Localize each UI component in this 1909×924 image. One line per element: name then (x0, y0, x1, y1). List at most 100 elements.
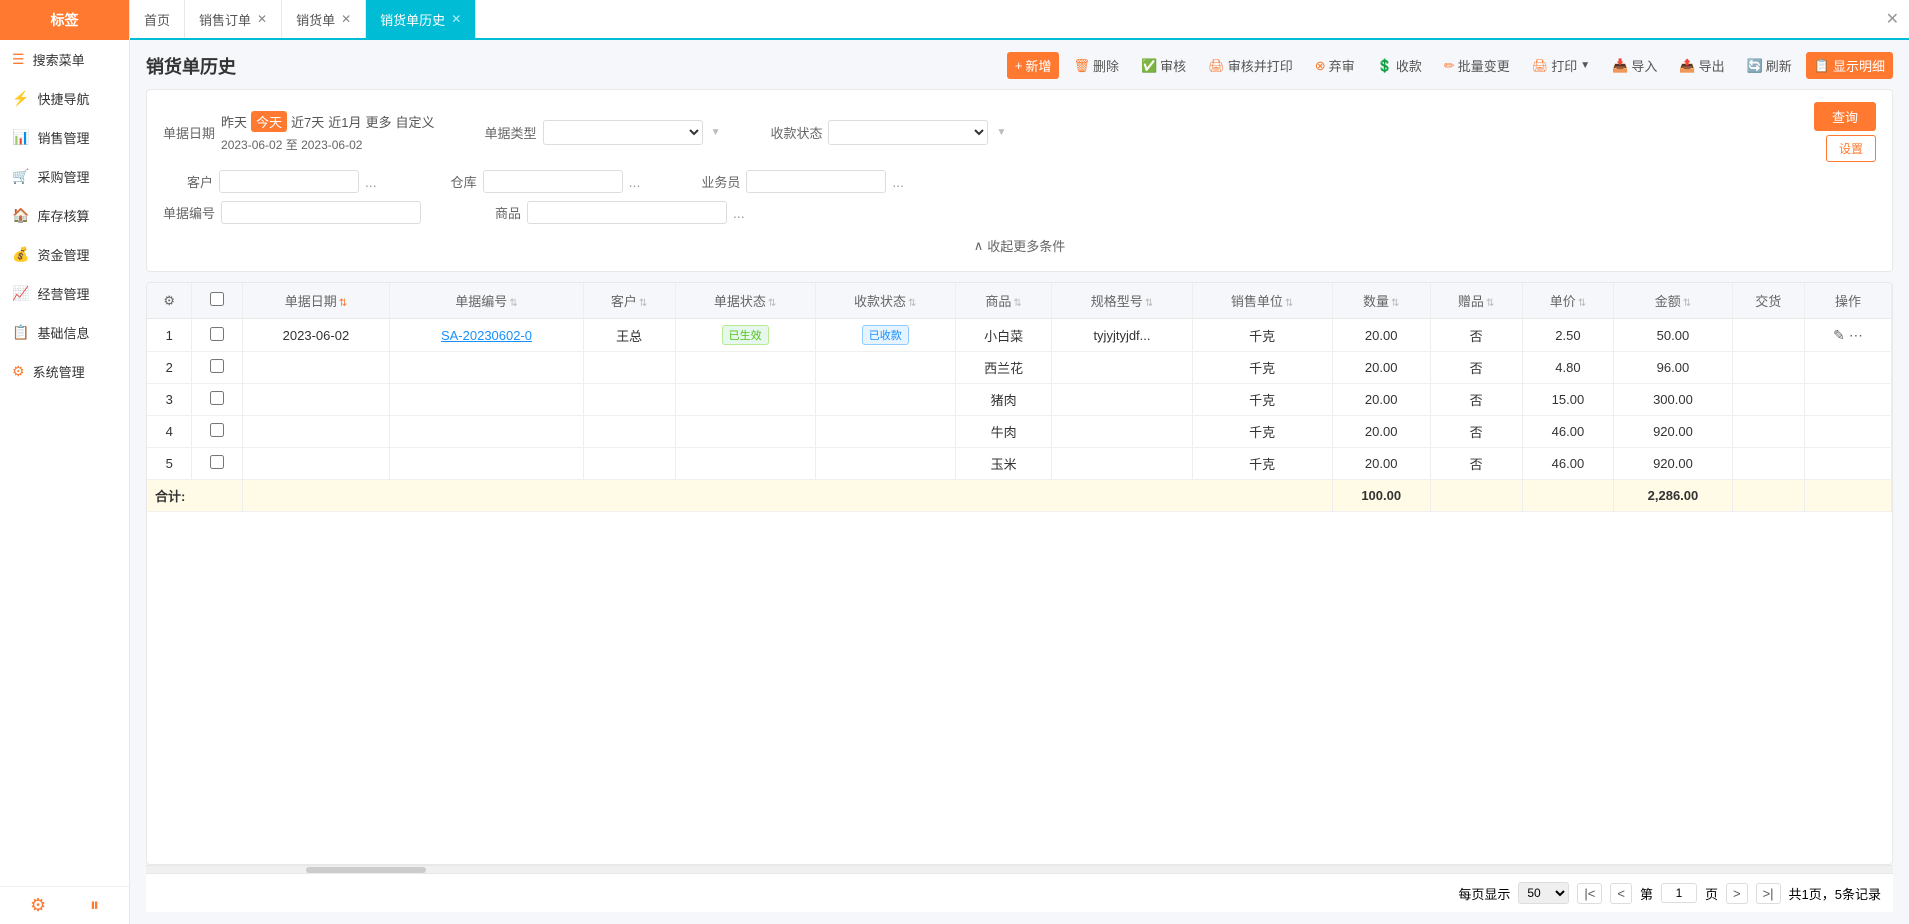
row-action-1[interactable] (1805, 352, 1892, 384)
print-button[interactable]: 🖨 打印 ▼ (1524, 52, 1598, 79)
sidebar-item-quick-nav[interactable]: ⚡ 快捷导航 (0, 79, 129, 118)
audit-print-button[interactable]: 🖨 审核并打印 (1200, 52, 1301, 79)
tab-bar-close-all[interactable]: ✕ (1886, 9, 1909, 29)
row-doc-no-4[interactable] (390, 448, 583, 480)
edit-icon[interactable]: ✎ (1833, 327, 1845, 343)
col-spec-type[interactable]: 规格型号⇅ (1052, 283, 1192, 319)
row-select-1[interactable] (210, 359, 224, 373)
row-action-2[interactable] (1805, 384, 1892, 416)
sidebar-item-sys-mgmt[interactable]: ⚙ 系统管理 (0, 352, 129, 391)
set-button[interactable]: 设置 (1826, 135, 1876, 162)
row-select-0[interactable] (210, 327, 224, 341)
row-select-2[interactable] (210, 391, 224, 405)
horizontal-scrollbar[interactable] (146, 865, 1893, 873)
sidebar-item-base-info[interactable]: 📋 基础信息 (0, 313, 129, 352)
per-page-select[interactable]: 50 100 200 (1518, 882, 1569, 904)
row-action-4[interactable] (1805, 448, 1892, 480)
sidebar-item-search-menu[interactable]: ☰ 搜索菜单 (0, 40, 129, 79)
staff-input[interactable] (746, 170, 886, 193)
select-all-checkbox[interactable] (210, 292, 224, 306)
shortcut-7days[interactable]: 近7天 (291, 112, 324, 131)
col-sales-unit[interactable]: 销售单位⇅ (1192, 283, 1332, 319)
shortcut-today[interactable]: 今天 (251, 111, 287, 132)
shortcut-custom[interactable]: 自定义 (396, 112, 435, 131)
collect-button[interactable]: 💲 收款 (1369, 52, 1430, 79)
export-button[interactable]: 📤 导出 (1671, 52, 1732, 79)
goods-input[interactable] (527, 201, 727, 224)
col-qty[interactable]: 数量⇅ (1332, 283, 1430, 319)
col-payment-status[interactable]: 收款状态⇅ (815, 283, 955, 319)
refresh-button[interactable]: 🔄 刷新 (1739, 52, 1800, 79)
doc-no-input[interactable] (221, 201, 421, 224)
sidebar-collapse-icon[interactable]: ⏸ (90, 895, 99, 916)
row-select-3[interactable] (210, 423, 224, 437)
col-doc-status[interactable]: 单据状态⇅ (675, 283, 815, 319)
last-page-button[interactable]: >| (1756, 883, 1781, 904)
show-detail-button[interactable]: 📋 显示明细 (1806, 52, 1893, 79)
delete-button[interactable]: 🗑 删除 (1065, 52, 1127, 79)
customer-ellipsis-icon[interactable]: ... (365, 174, 377, 190)
col-doc-date[interactable]: 单据日期⇅ (242, 283, 390, 319)
row-checkbox-2[interactable] (192, 384, 242, 416)
row-doc-no-3[interactable] (390, 416, 583, 448)
search-menu-icon: ☰ (12, 51, 25, 68)
staff-ellipsis-icon[interactable]: ... (892, 174, 904, 190)
tab-sales-history-close[interactable]: ✕ (451, 12, 461, 26)
sidebar-item-operations[interactable]: 📈 经营管理 (0, 274, 129, 313)
goods-ellipsis-icon[interactable]: ... (733, 205, 745, 221)
row-checkbox-4[interactable] (192, 448, 242, 480)
new-button[interactable]: + 新增 (1007, 52, 1060, 79)
col-doc-no[interactable]: 单据编号⇅ (390, 283, 583, 319)
doc-no-link-0[interactable]: SA-20230602-0 (441, 328, 532, 343)
abandon-button[interactable]: ⊗ 弃审 (1307, 52, 1363, 79)
collapse-button[interactable]: ∧ 收起更多条件 (163, 232, 1876, 259)
row-action-0[interactable]: ✎⋯ (1805, 319, 1892, 352)
tab-sales-order[interactable]: 销售订单 ✕ (185, 0, 282, 38)
sidebar-item-finance-mgmt[interactable]: 💰 资金管理 (0, 235, 129, 274)
tab-home[interactable]: 首页 (130, 0, 185, 38)
row-checkbox-0[interactable] (192, 319, 242, 352)
batch-change-button[interactable]: ✏ 批量变更 (1436, 52, 1518, 79)
col-customer[interactable]: 客户⇅ (583, 283, 675, 319)
customer-input[interactable] (219, 170, 359, 193)
next-page-button[interactable]: > (1726, 883, 1748, 904)
row-checkbox-3[interactable] (192, 416, 242, 448)
prev-page-button[interactable]: < (1610, 883, 1632, 904)
import-button[interactable]: 📥 导入 (1604, 52, 1665, 79)
col-gift[interactable]: 赠品⇅ (1430, 283, 1522, 319)
gear-settings-icon[interactable]: ⚙ (163, 293, 175, 308)
payment-status-select[interactable] (828, 120, 988, 145)
tab-bar: 首页 销售订单 ✕ 销货单 ✕ 销货单历史 ✕ ✕ (130, 0, 1909, 40)
doc-type-select[interactable] (543, 120, 703, 145)
tab-sales-order-close[interactable]: ✕ (257, 12, 267, 26)
first-page-button[interactable]: |< (1577, 883, 1602, 904)
row-action-3[interactable] (1805, 416, 1892, 448)
sidebar-item-sales-mgmt[interactable]: 📊 销售管理 (0, 118, 129, 157)
tab-sales-goods[interactable]: 销货单 ✕ (282, 0, 366, 38)
filter-customer-group: 客户 ... (163, 170, 377, 193)
row-doc-no-0[interactable]: SA-20230602-0 (390, 319, 583, 352)
row-doc-no-2[interactable] (390, 384, 583, 416)
audit-button[interactable]: ✅ 审核 (1133, 52, 1194, 79)
col-gear[interactable]: ⚙ (147, 283, 192, 319)
col-unit-price[interactable]: 单价⇅ (1522, 283, 1614, 319)
shortcut-1month[interactable]: 近1月 (328, 112, 361, 131)
page-number-input[interactable]: 1 (1661, 883, 1697, 903)
scrollbar-thumb[interactable] (306, 867, 426, 873)
shortcut-yesterday[interactable]: 昨天 (221, 112, 247, 131)
tab-sales-history[interactable]: 销货单历史 ✕ (366, 0, 476, 38)
row-doc-no-1[interactable] (390, 352, 583, 384)
sidebar-item-inventory[interactable]: 🏠 库存核算 (0, 196, 129, 235)
more-icon[interactable]: ⋯ (1849, 327, 1863, 343)
warehouse-input[interactable] (483, 170, 623, 193)
shortcut-more[interactable]: 更多 (366, 112, 392, 131)
warehouse-ellipsis-icon[interactable]: ... (629, 174, 641, 190)
tab-sales-goods-close[interactable]: ✕ (341, 12, 351, 26)
sidebar-item-purchase-mgmt[interactable]: 🛒 采购管理 (0, 157, 129, 196)
col-amount[interactable]: 金额⇅ (1614, 283, 1732, 319)
sidebar-settings-icon[interactable]: ⚙ (30, 895, 46, 916)
query-button[interactable]: 查询 (1814, 102, 1876, 131)
col-goods[interactable]: 商品⇅ (955, 283, 1052, 319)
row-select-4[interactable] (210, 455, 224, 469)
row-checkbox-1[interactable] (192, 352, 242, 384)
